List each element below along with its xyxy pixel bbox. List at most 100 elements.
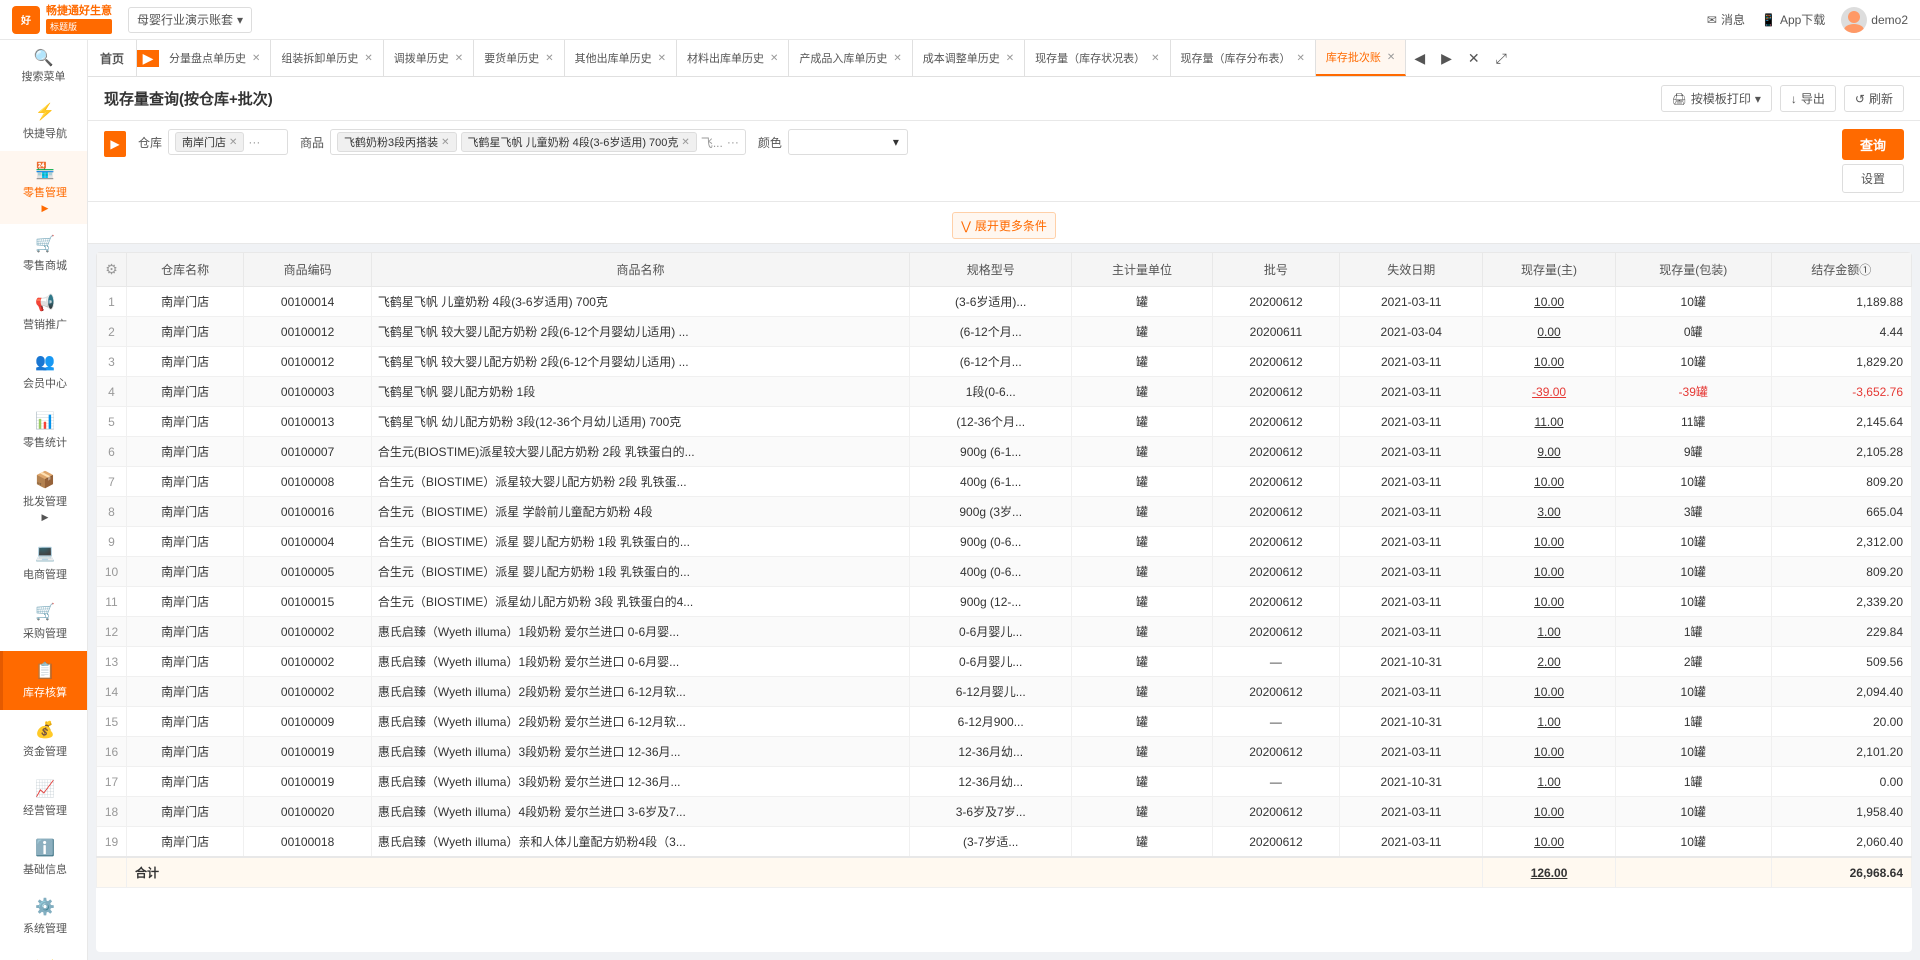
sidebar-item-quick-nav[interactable]: ⚡ 快捷导航	[0, 92, 87, 151]
tab-stock-dist[interactable]: 现存量（库存分布表） ✕	[1171, 40, 1316, 76]
sidebar-item-ops[interactable]: 📈 经营管理	[0, 769, 87, 828]
tab-stock-status[interactable]: 现存量（库存状况表） ✕	[1025, 40, 1170, 76]
sidebar-item-retail[interactable]: 🏪 零售管理 ▶	[0, 151, 87, 224]
row-code: 00100002	[244, 617, 372, 647]
tab-close-icon[interactable]: ✕	[1387, 52, 1395, 63]
tab-close-icon[interactable]: ✕	[545, 53, 553, 64]
query-btn[interactable]: 查询	[1842, 129, 1904, 160]
row-unit: 罐	[1072, 287, 1212, 317]
row-name: 飞鹤星飞帆 儿童奶粉 4段(3-6岁适用) 700克	[371, 287, 909, 317]
expand-btn[interactable]: ⋁ 展开更多条件	[952, 212, 1056, 239]
row-unit: 罐	[1072, 407, 1212, 437]
tabs-expand-btn[interactable]: ▶	[137, 50, 159, 67]
sidebar-item-collab[interactable]: 🤝 企业协同	[0, 946, 87, 960]
row-expire: 2021-03-11	[1340, 437, 1483, 467]
message-btn[interactable]: ✉ 消息	[1707, 11, 1745, 28]
sidebar-item-basic[interactable]: ℹ️ 基础信息	[0, 828, 87, 887]
tab-home[interactable]: 首页	[88, 40, 137, 76]
warehouse-tag: 南岸门店 ✕	[175, 132, 244, 152]
tab-close-icon[interactable]: ✕	[770, 53, 778, 64]
tab-maximize-btn[interactable]: ⤢	[1488, 40, 1515, 76]
row-qty-main[interactable]: 10.00	[1483, 527, 1616, 557]
sidebar-item-inventory[interactable]: 📋 库存核算	[0, 651, 87, 710]
row-qty-main[interactable]: 10.00	[1483, 467, 1616, 497]
row-qty-main[interactable]: -39.00	[1483, 377, 1616, 407]
warehouse-tag-close-icon[interactable]: ✕	[229, 137, 237, 148]
tab-close-icon[interactable]: ✕	[1297, 53, 1305, 64]
tab-label: 产成品入库单历史	[799, 50, 887, 66]
row-num: 6	[97, 437, 127, 467]
row-qty-main[interactable]: 10.00	[1483, 737, 1616, 767]
print-btn[interactable]: 🖨 按模板打印 ▾	[1661, 85, 1772, 112]
sidebar-item-marketing[interactable]: 📢 营销推广	[0, 283, 87, 342]
row-qty-main[interactable]: 0.00	[1483, 317, 1616, 347]
row-qty-main[interactable]: 1.00	[1483, 767, 1616, 797]
tab-close-icon[interactable]: ✕	[1151, 53, 1159, 64]
retail-stats-icon: 📊	[35, 411, 55, 431]
row-unit: 罐	[1072, 617, 1212, 647]
table-row: 12 南岸门店 00100002 惠氏启臻（Wyeth illuma）1段奶粉 …	[97, 617, 1912, 647]
tab-material-out[interactable]: 材料出库单历史 ✕	[677, 40, 789, 76]
row-qty-main[interactable]: 10.00	[1483, 557, 1616, 587]
row-qty-main[interactable]: 10.00	[1483, 587, 1616, 617]
row-qty-main[interactable]: 10.00	[1483, 677, 1616, 707]
row-qty-main[interactable]: 10.00	[1483, 827, 1616, 858]
tab-assembly[interactable]: 组装拆卸单历史 ✕	[271, 40, 383, 76]
sidebar-item-retail-stats[interactable]: 📊 零售统计	[0, 401, 87, 460]
product-tag-2: 飞鹤星飞帆 儿童奶粉 4段(3-6岁适用) 700克 ✕	[461, 132, 697, 152]
col-settings-icon[interactable]: ⚙	[105, 261, 118, 277]
row-batch: 20200612	[1212, 797, 1340, 827]
app-download-label: App下载	[1780, 11, 1825, 28]
tab-other-out[interactable]: 其他出库单历史 ✕	[565, 40, 677, 76]
industry-select[interactable]: 母婴行业演示账套 ▾	[128, 7, 252, 33]
filter-nav-arrow[interactable]: ▶	[104, 131, 126, 157]
row-name: 合生元(BIOSTIME)派星较大婴儿配方奶粉 2段 乳铁蛋白的...	[371, 437, 909, 467]
tab-batch-account[interactable]: 库存批次账 ✕	[1316, 40, 1406, 76]
product-filter-input[interactable]: 飞鹤奶粉3段丙搭装 ✕ 飞鹤星飞帆 儿童奶粉 4段(3-6岁适用) 700克 ✕…	[330, 129, 746, 155]
tab-next-btn[interactable]: ▶	[1433, 40, 1460, 76]
warehouse-filter-input[interactable]: 南岸门店 ✕ ···	[168, 129, 288, 155]
tab-close-icon[interactable]: ✕	[364, 53, 372, 64]
sidebar-item-wholesale[interactable]: 📦 批发管理 ▶	[0, 460, 87, 533]
row-qty-main[interactable]: 1.00	[1483, 617, 1616, 647]
tab-product-in[interactable]: 产成品入库单历史 ✕	[789, 40, 912, 76]
row-qty-main[interactable]: 10.00	[1483, 347, 1616, 377]
export-label: 导出	[1801, 90, 1825, 107]
sidebar-item-ecommerce[interactable]: 💻 电商管理	[0, 533, 87, 592]
tab-close-icon[interactable]: ✕	[1006, 53, 1014, 64]
tab-close-icon[interactable]: ✕	[893, 53, 901, 64]
tab-requisition[interactable]: 要货单历史 ✕	[474, 40, 564, 76]
sidebar-search[interactable]: 🔍 搜索菜单	[0, 40, 87, 92]
sidebar-item-purchase[interactable]: 🛒 采购管理	[0, 592, 87, 651]
export-btn[interactable]: ↓ 导出	[1780, 85, 1836, 112]
sidebar-item-shop[interactable]: 🛒 零售商城	[0, 224, 87, 283]
row-qty-main[interactable]: 1.00	[1483, 707, 1616, 737]
tab-close-icon[interactable]: ✕	[252, 53, 260, 64]
setting-btn[interactable]: 设置	[1842, 164, 1904, 193]
app-download-btn[interactable]: 📱 App下载	[1761, 11, 1825, 28]
product-tag-1-close-icon[interactable]: ✕	[441, 137, 449, 148]
tab-close-all-btn[interactable]: ✕	[1460, 40, 1488, 76]
row-qty-main[interactable]: 3.00	[1483, 497, 1616, 527]
row-qty-main[interactable]: 10.00	[1483, 797, 1616, 827]
row-qty-main[interactable]: 11.00	[1483, 407, 1616, 437]
tabs-bar: 首页 ▶ 分量盘点单历史 ✕ 组装拆卸单历史 ✕ 调拨单历史 ✕ 要货单历史 ✕…	[88, 40, 1920, 77]
row-qty-main[interactable]: 10.00	[1483, 287, 1616, 317]
tab-prev-btn[interactable]: ◀	[1406, 40, 1433, 76]
tab-cost-adjust[interactable]: 成本调整单历史 ✕	[913, 40, 1025, 76]
refresh-btn[interactable]: ↺ 刷新	[1844, 85, 1904, 112]
product-tag-2-close-icon[interactable]: ✕	[681, 137, 689, 148]
product-tag-2-label: 飞鹤星飞帆 儿童奶粉 4段(3-6岁适用) 700克	[468, 134, 679, 150]
user-area[interactable]: demo2	[1841, 7, 1908, 33]
row-expire: 2021-03-11	[1340, 407, 1483, 437]
tab-close-icon[interactable]: ✕	[658, 53, 666, 64]
color-dropdown[interactable]: ▾	[788, 129, 908, 155]
sidebar-item-member[interactable]: 👥 会员中心	[0, 342, 87, 401]
sidebar-item-system[interactable]: ⚙️ 系统管理	[0, 887, 87, 946]
tab-inventory-split[interactable]: 分量盘点单历史 ✕	[159, 40, 271, 76]
tab-close-icon[interactable]: ✕	[455, 53, 463, 64]
sidebar-item-finance[interactable]: 💰 资金管理	[0, 710, 87, 769]
tab-transfer[interactable]: 调拨单历史 ✕	[384, 40, 474, 76]
row-qty-main[interactable]: 2.00	[1483, 647, 1616, 677]
row-qty-main[interactable]: 9.00	[1483, 437, 1616, 467]
